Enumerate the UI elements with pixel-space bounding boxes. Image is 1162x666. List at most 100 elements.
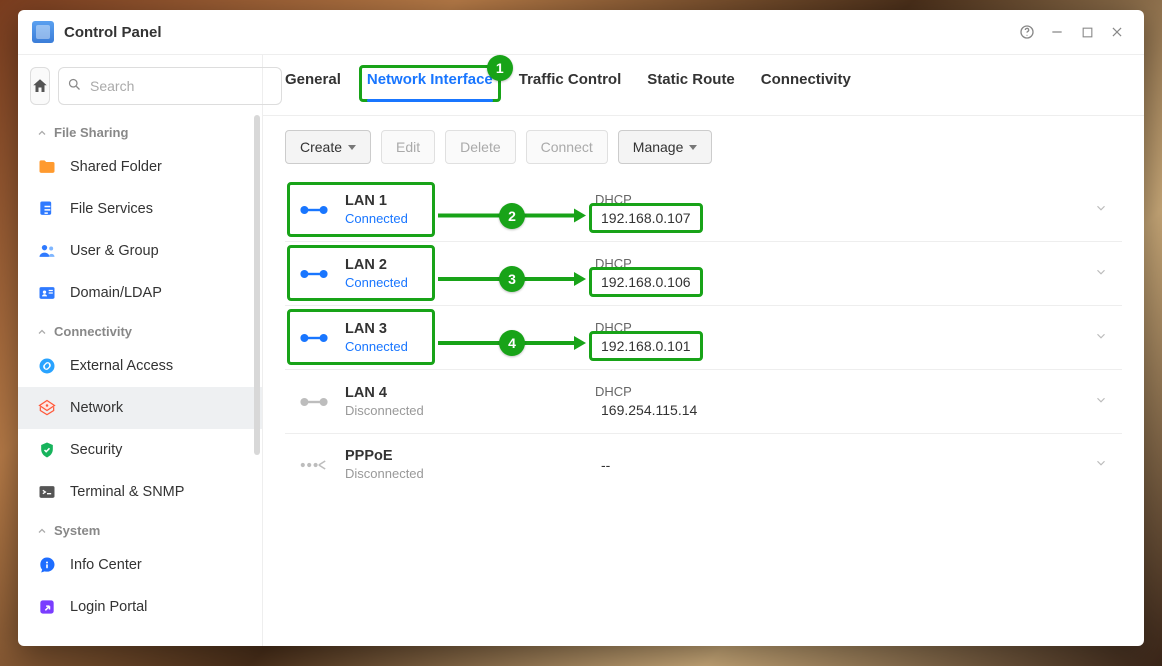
interface-row-pppoe[interactable]: PPPoE Disconnected-- [285, 433, 1122, 495]
interface-name: LAN 3 [345, 321, 595, 337]
help-button[interactable] [1012, 17, 1042, 47]
chevron-down-icon[interactable] [1088, 329, 1114, 346]
manage-button[interactable]: Manage [618, 130, 713, 164]
control-panel-window: Control Panel [18, 10, 1144, 646]
interface-status: Disconnected [345, 403, 595, 418]
sidebar-item-label: Info Center [70, 557, 142, 573]
tab-label: Connectivity [761, 71, 851, 88]
sidebar-item-label: External Access [70, 358, 173, 374]
tab-connectivity[interactable]: Connectivity [761, 71, 851, 102]
chevron-down-icon[interactable] [1088, 456, 1114, 473]
sidebar-item-label: Network [70, 400, 123, 416]
interface-ip: 192.168.0.107 [595, 209, 697, 227]
edit-button[interactable]: Edit [381, 130, 435, 164]
sidebar-item-label: Terminal & SNMP [70, 484, 184, 500]
sidebar-group-connectivity[interactable]: Connectivity [18, 314, 262, 345]
home-button[interactable] [30, 67, 50, 105]
sidebar-item-user-group[interactable]: User & Group [18, 230, 262, 272]
annotation-badge: 2 [499, 203, 525, 229]
sidebar-item-terminal-snmp[interactable]: Terminal & SNMP [18, 471, 262, 513]
shield-icon [36, 439, 58, 461]
tab-traffic-control[interactable]: Traffic Control [519, 71, 622, 102]
interface-ip: 192.168.0.101 [595, 337, 697, 355]
chevron-down-icon[interactable] [1088, 201, 1114, 218]
connect-button[interactable]: Connect [526, 130, 608, 164]
interface-status: Disconnected [345, 466, 595, 481]
sidebar-item-login-portal[interactable]: Login Portal [18, 586, 262, 628]
tab-label: General [285, 71, 341, 88]
interface-row-lan-2[interactable]: LAN 2ConnectedDHCP192.168.0.106 [285, 241, 1122, 305]
interface-row-lan-3[interactable]: LAN 3 ConnectedDHCP 192.168.0.101 [285, 305, 1122, 369]
delete-button[interactable]: Delete [445, 130, 515, 164]
interface-status: Connected [345, 211, 595, 226]
fileservice-icon [36, 198, 58, 220]
search-icon [67, 77, 82, 95]
idcard-icon [36, 282, 58, 304]
sidebar-item-external-access[interactable]: External Access [18, 345, 262, 387]
sidebar-item-info-center[interactable]: Info Center [18, 544, 262, 586]
interface-ip: -- [595, 456, 616, 474]
toolbar: Create Edit Delete Connect Manage [263, 116, 1144, 178]
sidebar-item-label: Login Portal [70, 599, 147, 615]
interface-ip: 192.168.0.106 [595, 273, 697, 291]
interface-status: Connected [345, 339, 595, 354]
interface-ip: 169.254.115.14 [595, 401, 703, 419]
app-icon [32, 21, 54, 43]
interface-plug-icon [293, 394, 335, 410]
interface-row-lan-1[interactable]: LAN 1 ConnectedDHCP 192.168.0.107 [285, 178, 1122, 241]
edit-label: Edit [396, 139, 420, 155]
close-button[interactable] [1102, 17, 1132, 47]
chevron-down-icon [348, 145, 356, 150]
chevron-down-icon[interactable] [1088, 393, 1114, 410]
delete-label: Delete [460, 139, 500, 155]
sidebar-item-security[interactable]: Security [18, 429, 262, 471]
tab-label: Traffic Control [519, 71, 622, 88]
portal-icon [36, 596, 58, 618]
search-input[interactable] [88, 77, 273, 95]
manage-label: Manage [633, 139, 684, 155]
interface-row-lan-4[interactable]: LAN 4 DisconnectedDHCP 169.254.115.14 [285, 369, 1122, 433]
annotation-badge: 1 [487, 55, 513, 81]
link-icon [36, 355, 58, 377]
search-box[interactable] [58, 67, 282, 105]
sidebar-scrollbar[interactable] [254, 115, 260, 455]
interface-name: LAN 4 [345, 385, 595, 401]
sidebar-group-label: File Sharing [54, 125, 128, 140]
sidebar-group-label: Connectivity [54, 324, 132, 339]
sidebar-item-label: User & Group [70, 243, 159, 259]
interface-list: LAN 1ConnectedDHCP192.168.0.107LAN 2Conn… [263, 178, 1144, 495]
interface-plug-icon [293, 330, 335, 346]
folder-icon [36, 156, 58, 178]
interface-plug-icon [293, 455, 335, 475]
sidebar-item-file-services[interactable]: File Services [18, 188, 262, 230]
chevron-down-icon[interactable] [1088, 265, 1114, 282]
sidebar-item-network[interactable]: Network [18, 387, 262, 429]
sidebar-item-domain-ldap[interactable]: Domain/LDAP [18, 272, 262, 314]
interface-name: LAN 1 [345, 193, 595, 209]
info-icon [36, 554, 58, 576]
tab-network-interface[interactable]: Network Interface1 [367, 71, 493, 102]
sidebar-item-label: Security [70, 442, 122, 458]
tab-label: Static Route [647, 71, 735, 88]
annotation-badge: 3 [499, 266, 525, 292]
sidebar-group-file-sharing[interactable]: File Sharing [18, 115, 262, 146]
interface-mode: DHCP [595, 192, 1088, 207]
sidebar-item-label: Shared Folder [70, 159, 162, 175]
sidebar-item-label: Domain/LDAP [70, 285, 162, 301]
titlebar: Control Panel [18, 10, 1144, 55]
maximize-button[interactable] [1072, 17, 1102, 47]
terminal-icon [36, 481, 58, 503]
connect-label: Connect [541, 139, 593, 155]
sidebar-group-system[interactable]: System [18, 513, 262, 544]
sidebar-item-shared-folder[interactable]: Shared Folder [18, 146, 262, 188]
interface-mode: DHCP [595, 384, 1088, 399]
minimize-button[interactable] [1042, 17, 1072, 47]
tab-label: Network Interface [367, 71, 493, 88]
create-button[interactable]: Create [285, 130, 371, 164]
tab-static-route[interactable]: Static Route [647, 71, 735, 102]
chevron-down-icon [689, 145, 697, 150]
interface-name: PPPoE [345, 448, 595, 464]
interface-mode: DHCP [595, 320, 1088, 335]
tab-general[interactable]: General [285, 71, 341, 102]
interface-plug-icon [293, 266, 335, 282]
